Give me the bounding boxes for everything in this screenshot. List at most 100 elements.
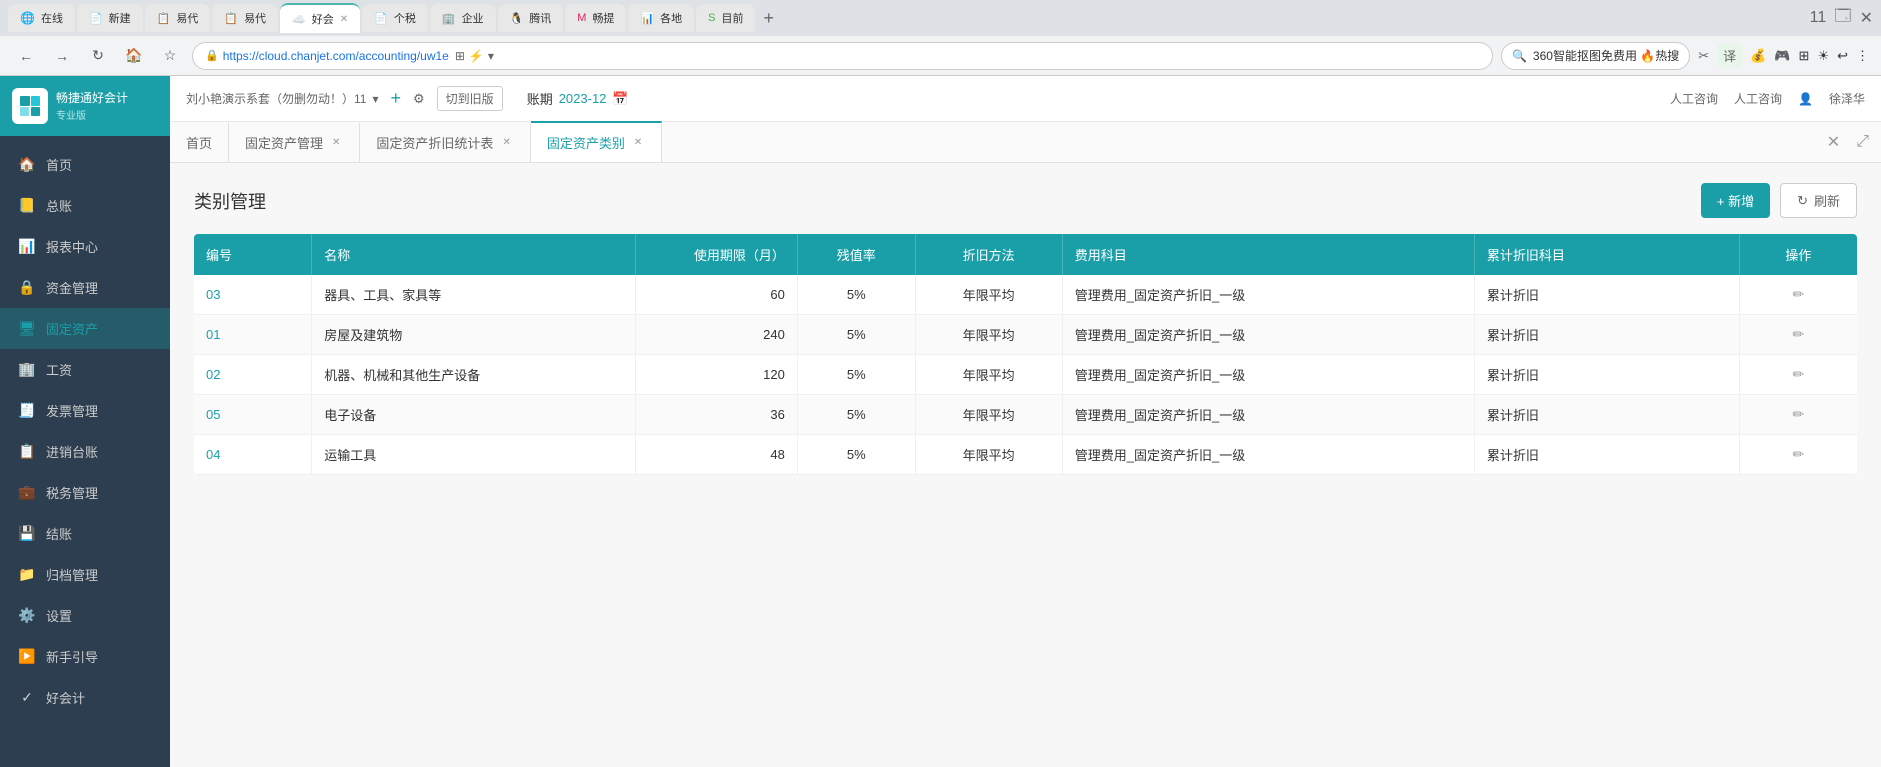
tab-depreciation-report-close[interactable]: ✕ xyxy=(499,136,513,149)
sidebar-label-payroll: 工资 xyxy=(46,360,72,379)
sidebar-item-close[interactable]: 💾 结账 xyxy=(0,513,170,554)
tab-maximize-button[interactable]: ⤢ xyxy=(1852,129,1873,155)
table-row: 05 电子设备 36 5% 年限平均 管理费用_固定资产折旧_一级 累计折旧 ✏ xyxy=(194,395,1857,435)
sidebar-item-home[interactable]: 🏠 首页 xyxy=(0,144,170,185)
edit-button-0[interactable]: ✏ xyxy=(1792,286,1804,302)
main-content: 刘小艳演示系套（勿删勿动！）11 ▾ + ⚙ 切到旧版 账期 2023-12 📅… xyxy=(170,76,1881,767)
sidebar-item-settings[interactable]: ⚙️ 设置 xyxy=(0,595,170,636)
code-link-0[interactable]: 03 xyxy=(206,287,220,302)
forward-button[interactable]: → xyxy=(48,42,76,70)
archive-icon: 📁 xyxy=(18,566,36,583)
sidebar-item-invoice[interactable]: 🧾 发票管理 xyxy=(0,390,170,431)
sidebar-item-funds[interactable]: 🔒 资金管理 xyxy=(0,267,170,308)
cell-accum-4: 累计折旧 xyxy=(1474,435,1739,475)
bookmark-button[interactable]: ☆ xyxy=(156,42,184,70)
toolbar-translate[interactable]: 译 xyxy=(1717,44,1742,67)
browser-tab-changte[interactable]: M 畅提 xyxy=(565,4,626,32)
new-tab-button[interactable]: + xyxy=(757,8,780,29)
browser-tab-online[interactable]: 🌐 在线 xyxy=(8,4,75,32)
edit-button-2[interactable]: ✏ xyxy=(1792,366,1804,382)
period-info: 账期 2023-12 📅 xyxy=(527,89,629,108)
refresh-button[interactable]: ↻ xyxy=(84,42,112,70)
restore-button[interactable]: 🗔 xyxy=(1834,5,1851,32)
browser-tab-yida2[interactable]: 📋 易代 xyxy=(212,4,278,32)
home-button[interactable]: 🏠 xyxy=(120,42,148,70)
table-row: 01 房屋及建筑物 240 5% 年限平均 管理费用_固定资产折旧_一级 累计折… xyxy=(194,315,1857,355)
refresh-table-button[interactable]: ↻ 刷新 xyxy=(1780,183,1857,218)
sidebar: 畅捷通好会计 专业版 🏠 首页 📒 总账 📊 报表中心 🔒 资金管理 � xyxy=(0,76,170,767)
page-title-row: 类别管理 + 新增 ↻ 刷新 xyxy=(194,183,1857,218)
browser-tab-tencent[interactable]: 🐧 腾讯 xyxy=(498,4,564,32)
browser-tab-enterprise[interactable]: 🏢 企业 xyxy=(430,4,496,32)
browser-tab-geди[interactable]: 📊 各地 xyxy=(628,4,694,32)
address-bar[interactable]: 🔒 https://cloud.chanjet.com/accounting/u… xyxy=(192,42,1493,70)
sidebar-item-haokuaiji[interactable]: ✓ 好会计 xyxy=(0,677,170,718)
toolbar-coin[interactable]: 💰 xyxy=(1750,48,1766,64)
cell-rate-4: 5% xyxy=(797,435,915,475)
cell-subject-1: 管理费用_固定资产折旧_一级 xyxy=(1062,315,1474,355)
add-category-button[interactable]: + 新增 xyxy=(1701,183,1770,218)
refresh-icon: ↻ xyxy=(1797,193,1808,209)
browser-tab-new[interactable]: 📄 新建 xyxy=(77,4,143,32)
toolbar-brightness[interactable]: ☀ xyxy=(1817,48,1829,64)
back-button[interactable]: ← xyxy=(12,42,40,70)
sidebar-item-fixed-assets[interactable]: 🖥 固定资产 xyxy=(0,308,170,349)
code-link-3[interactable]: 05 xyxy=(206,407,220,422)
sidebar-item-purchases[interactable]: 📋 进销台账 xyxy=(0,431,170,472)
th-name: 名称 xyxy=(312,234,636,275)
browser-tab-haohui[interactable]: ☁️ 好会 ✕ xyxy=(280,3,360,33)
sidebar-item-reports[interactable]: 📊 报表中心 xyxy=(0,226,170,267)
add-account-button[interactable]: + xyxy=(391,88,402,109)
browser-tab-muqian[interactable]: S 目前 xyxy=(696,4,755,32)
logged-in-user: 徐泽华 xyxy=(1829,90,1865,107)
tab-asset-category-close[interactable]: ✕ xyxy=(631,136,645,149)
sidebar-item-ledger[interactable]: 📒 总账 xyxy=(0,185,170,226)
minimize-button[interactable]: 11 xyxy=(1810,9,1827,27)
code-link-1[interactable]: 01 xyxy=(206,327,220,342)
th-code: 编号 xyxy=(194,234,312,275)
edit-button-1[interactable]: ✏ xyxy=(1792,326,1804,342)
tab-depreciation-report[interactable]: 固定资产折旧统计表 ✕ xyxy=(360,123,530,162)
close-window-button[interactable]: ✕ xyxy=(1860,8,1873,28)
tab-fixed-asset-mgmt-close[interactable]: ✕ xyxy=(329,136,343,149)
browser-tab-yida1[interactable]: 📋 易代 xyxy=(145,4,211,32)
table-body: 03 器具、工具、家具等 60 5% 年限平均 管理费用_固定资产折旧_一级 累… xyxy=(194,275,1857,475)
th-period: 使用期限（月） xyxy=(636,234,798,275)
code-link-2[interactable]: 02 xyxy=(206,367,220,382)
toolbar-menu[interactable]: ⋮ xyxy=(1856,48,1869,64)
edit-button-4[interactable]: ✏ xyxy=(1792,446,1804,462)
cell-method-4: 年限平均 xyxy=(915,435,1062,475)
version-switch-button[interactable]: 切到旧版 xyxy=(437,86,503,111)
toolbar-grid[interactable]: ⊞ xyxy=(1799,48,1810,64)
sidebar-item-payroll[interactable]: 🏢 工资 xyxy=(0,349,170,390)
sidebar-item-archive[interactable]: 📁 归档管理 xyxy=(0,554,170,595)
toolbar-undo[interactable]: ↩ xyxy=(1837,48,1848,64)
cell-name-2: 机器、机械和其他生产设备 xyxy=(312,355,636,395)
page-content: 类别管理 + 新增 ↻ 刷新 编号 名称 使用期限（月） xyxy=(170,163,1881,767)
cell-name-4: 运输工具 xyxy=(312,435,636,475)
sidebar-label-invoice: 发票管理 xyxy=(46,401,98,420)
page-title: 类别管理 xyxy=(194,188,266,214)
sidebar-item-guide[interactable]: ▶️ 新手引导 xyxy=(0,636,170,677)
sidebar-menu: 🏠 首页 📒 总账 📊 报表中心 🔒 资金管理 🖥 固定资产 🏢 工资 xyxy=(0,136,170,767)
table-container: 编号 名称 使用期限（月） 残值率 折旧方法 费用科目 累计折旧科目 操作 03 xyxy=(194,234,1857,475)
search-bar[interactable]: 🔍 360智能抠图免费用 🔥热搜 xyxy=(1501,42,1690,70)
tab-close-panel-button[interactable]: ✕ xyxy=(1823,128,1844,156)
code-link-4[interactable]: 04 xyxy=(206,447,220,462)
settings-gear-icon[interactable]: ⚙ xyxy=(413,91,425,107)
tab-home[interactable]: 首页 xyxy=(170,123,229,162)
tab-asset-category[interactable]: 固定资产类别 ✕ xyxy=(531,121,662,162)
table-row: 04 运输工具 48 5% 年限平均 管理费用_固定资产折旧_一级 累计折旧 ✏ xyxy=(194,435,1857,475)
consult-button[interactable]: 人工咨询 xyxy=(1670,90,1718,107)
funds-icon: 🔒 xyxy=(18,279,36,296)
toolbar-game[interactable]: 🎮 xyxy=(1774,48,1790,64)
toolbar-scissors[interactable]: ✂ xyxy=(1698,48,1709,64)
dropdown-arrow-icon[interactable]: ▾ xyxy=(372,92,378,106)
browser-tab-tax[interactable]: 📄 个税 xyxy=(362,4,428,32)
calendar-icon[interactable]: 📅 xyxy=(612,91,628,107)
cell-accum-1: 累计折旧 xyxy=(1474,315,1739,355)
cell-name-3: 电子设备 xyxy=(312,395,636,435)
sidebar-item-tax[interactable]: 💼 税务管理 xyxy=(0,472,170,513)
edit-button-3[interactable]: ✏ xyxy=(1792,406,1804,422)
tab-fixed-asset-mgmt[interactable]: 固定资产管理 ✕ xyxy=(229,123,360,162)
